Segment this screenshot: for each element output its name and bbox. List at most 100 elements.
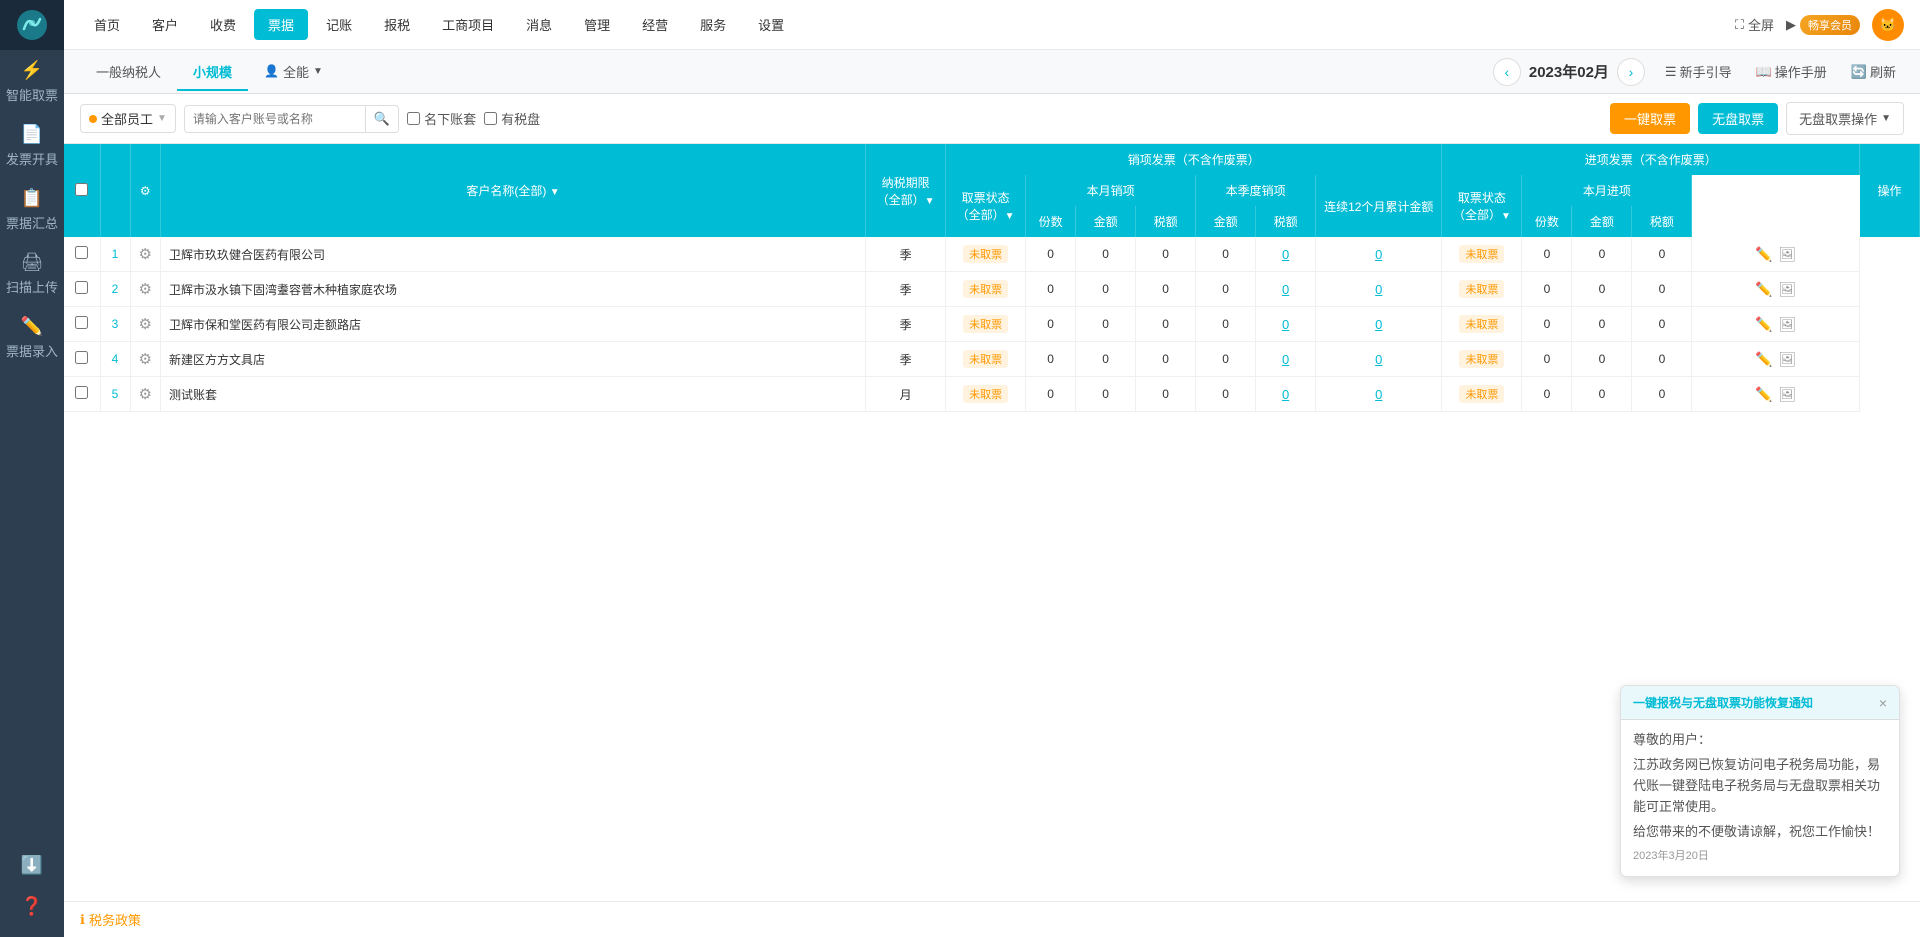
topnav-item-client[interactable]: 客户 <box>138 9 192 40</box>
employee-select[interactable]: 全部员工 ▼ <box>80 104 176 133</box>
row-sales-q-tax: 0 <box>1256 377 1316 412</box>
row-input-m-tax: 0 <box>1632 272 1692 307</box>
topnav-item-home[interactable]: 首页 <box>80 9 134 40</box>
topnav-item-manage[interactable]: 管理 <box>570 9 624 40</box>
sidebar-item-help[interactable]: ❓ <box>0 886 64 927</box>
topnav: 首页 客户 收费 票据 记账 报税 工商项目 消息 管理 经营 服务 设置 ⛶ … <box>64 0 1920 50</box>
topnav-item-tax[interactable]: 报税 <box>370 9 424 40</box>
one-click-fetch-button[interactable]: 一键取票 <box>1610 103 1690 134</box>
tax-disk-checkbox[interactable] <box>484 112 497 125</box>
row-sales-fetch-status: 未取票 <box>946 272 1026 307</box>
row-checkbox[interactable] <box>75 316 88 329</box>
view-icon[interactable]: 🖼 <box>1779 316 1797 333</box>
row-input-fetch-status: 未取票 <box>1442 342 1522 377</box>
row-checkbox-cell[interactable] <box>64 342 100 377</box>
view-icon[interactable]: 🖼 <box>1779 281 1797 298</box>
notification-body-text: 江苏政务网已恢复访问电子税务局功能，易代账一键登陆电子税务局与无盘取票相关功能可… <box>1633 755 1887 817</box>
row-checkbox-cell[interactable] <box>64 307 100 342</box>
topnav-item-accounting[interactable]: 记账 <box>312 9 366 40</box>
edit-icon[interactable]: ✏️ <box>1755 316 1772 333</box>
row-checkbox-cell[interactable] <box>64 272 100 307</box>
row-tax-period: 月 <box>866 377 946 412</box>
row-sales-fetch-status: 未取票 <box>946 307 1026 342</box>
topnav-item-operation[interactable]: 经营 <box>628 9 682 40</box>
topnav-fullscreen[interactable]: ⛶ 全屏 <box>1735 15 1774 34</box>
edit-icon[interactable]: ✏️ <box>1755 246 1772 263</box>
sub-account-checkbox-label[interactable]: 名下账套 <box>407 109 476 128</box>
row-checkbox[interactable] <box>75 386 88 399</box>
prev-period-button[interactable]: ‹ <box>1493 58 1521 86</box>
row-input-m-amount: 0 <box>1572 342 1632 377</box>
row-sales-q-amount: 0 <box>1196 237 1256 272</box>
refresh-button[interactable]: 🔄 刷新 <box>1843 58 1904 85</box>
row-client-name: 卫辉市保和堂医药有限公司走额路店 <box>160 307 865 342</box>
table-row: 5 ⚙ 测试账套 月 未取票 0 0 0 0 0 0 未取票 0 0 0 ✏️ … <box>64 377 1920 412</box>
user-avatar[interactable]: 🐱 <box>1872 9 1904 41</box>
new-guide-button[interactable]: ☰ 新手引导 <box>1657 58 1740 85</box>
th-client-name[interactable]: 客户名称(全部) ▼ <box>160 144 865 237</box>
row-checkbox[interactable] <box>75 281 88 294</box>
select-all-checkbox[interactable] <box>75 183 88 196</box>
subtab-general[interactable]: 一般纳税人 <box>80 54 177 91</box>
main-table: ⚙ 客户名称(全部) ▼ 纳税期限（全部）▼ 销项发票（不含作废票） 进项发票（… <box>64 144 1920 412</box>
subtab-small[interactable]: 小规模 <box>177 54 248 91</box>
row-gear-cell[interactable]: ⚙ <box>130 307 160 342</box>
notification-close-button[interactable]: × <box>1879 695 1887 711</box>
view-icon[interactable]: 🖼 <box>1779 351 1797 368</box>
row-sales-fetch-status: 未取票 <box>946 377 1026 412</box>
notification-popup: 一键报税与无盘取票功能恢复通知 × 尊敬的用户： 江苏政务网已恢复访问电子税务局… <box>1620 685 1900 877</box>
th-operations: 操作 <box>1860 144 1920 237</box>
topnav-item-billing[interactable]: 收费 <box>196 9 250 40</box>
next-period-button[interactable]: › <box>1617 58 1645 86</box>
row-input-m-amount: 0 <box>1572 377 1632 412</box>
view-icon[interactable]: 🖼 <box>1779 246 1797 263</box>
table-row: 1 ⚙ 卫辉市玖玖健合医药有限公司 季 未取票 0 0 0 0 0 0 未取票 … <box>64 237 1920 272</box>
topnav-item-settings[interactable]: 设置 <box>744 9 798 40</box>
no-disk-fetch-button[interactable]: 无盘取票 <box>1698 103 1778 134</box>
row-input-m-count: 0 <box>1522 307 1572 342</box>
row-gear-cell[interactable]: ⚙ <box>130 272 160 307</box>
sidebar-item-issue-invoice[interactable]: 📄 发票开具 <box>0 114 64 178</box>
row-checkbox[interactable] <box>75 246 88 259</box>
row-input-m-tax: 0 <box>1632 342 1692 377</box>
edit-icon[interactable]: ✏️ <box>1755 386 1772 403</box>
sidebar-item-invoice-entry[interactable]: ✏️ 票据录入 <box>0 306 64 370</box>
manual-button[interactable]: 📖 操作手册 <box>1748 58 1835 85</box>
topnav-item-service[interactable]: 服务 <box>686 9 740 40</box>
row-checkbox[interactable] <box>75 351 88 364</box>
toolbar: 全部员工 ▼ 🔍 名下账套 有税盘 一键取票 无盘取票 无盘取票操作 ▼ <box>64 94 1920 144</box>
tax-policy-link[interactable]: ℹ 税务政策 <box>80 910 141 929</box>
edit-icon[interactable]: ✏️ <box>1755 351 1772 368</box>
row-input-fetch-status: 未取票 <box>1442 237 1522 272</box>
th-input-fetch-status[interactable]: 取票状态（全部）▼ <box>1442 175 1522 237</box>
row-gear-cell[interactable]: ⚙ <box>130 377 160 412</box>
sidebar-item-invoice-summary[interactable]: 📋 票据汇总 <box>0 178 64 242</box>
sidebar-item-scan-upload[interactable]: 🖨 扫描上传 <box>0 242 64 306</box>
search-input[interactable] <box>185 107 365 131</box>
no-disk-ops-button[interactable]: 无盘取票操作 ▼ <box>1786 102 1904 135</box>
topnav-item-message[interactable]: 消息 <box>512 9 566 40</box>
th-input-group: 进项发票（不含作废票） <box>1442 144 1860 175</box>
search-button[interactable]: 🔍 <box>365 106 398 132</box>
th-sales-fetch-status[interactable]: 取票状态（全部）▼ <box>946 175 1026 237</box>
sub-account-checkbox[interactable] <box>407 112 420 125</box>
row-checkbox-cell[interactable] <box>64 377 100 412</box>
row-input-m-count: 0 <box>1522 272 1572 307</box>
sidebar-item-download[interactable]: ⬇️ <box>0 845 64 886</box>
subtab-all[interactable]: 👤 全能 ▼ <box>248 54 339 91</box>
view-icon[interactable]: 🖼 <box>1779 386 1797 403</box>
row-actions: ✏️ 🖼 <box>1692 237 1860 272</box>
row-num-cell: 5 <box>100 377 130 412</box>
row-gear-cell[interactable]: ⚙ <box>130 237 160 272</box>
topnav-item-business[interactable]: 工商项目 <box>428 9 508 40</box>
chevron-down-icon: ▼ <box>157 113 167 124</box>
topnav-item-invoice[interactable]: 票据 <box>254 9 308 40</box>
tax-disk-checkbox-label[interactable]: 有税盘 <box>484 109 540 128</box>
sidebar-item-smart-fetch[interactable]: ⚡ 智能取票 <box>0 50 64 114</box>
row-gear-cell[interactable]: ⚙ <box>130 342 160 377</box>
row-checkbox-cell[interactable] <box>64 237 100 272</box>
topnav-vip[interactable]: ▶ 畅享会员 <box>1786 15 1860 35</box>
th-tax-period[interactable]: 纳税期限（全部）▼ <box>866 144 946 237</box>
edit-icon[interactable]: ✏️ <box>1755 281 1772 298</box>
row-input-fetch-status: 未取票 <box>1442 307 1522 342</box>
